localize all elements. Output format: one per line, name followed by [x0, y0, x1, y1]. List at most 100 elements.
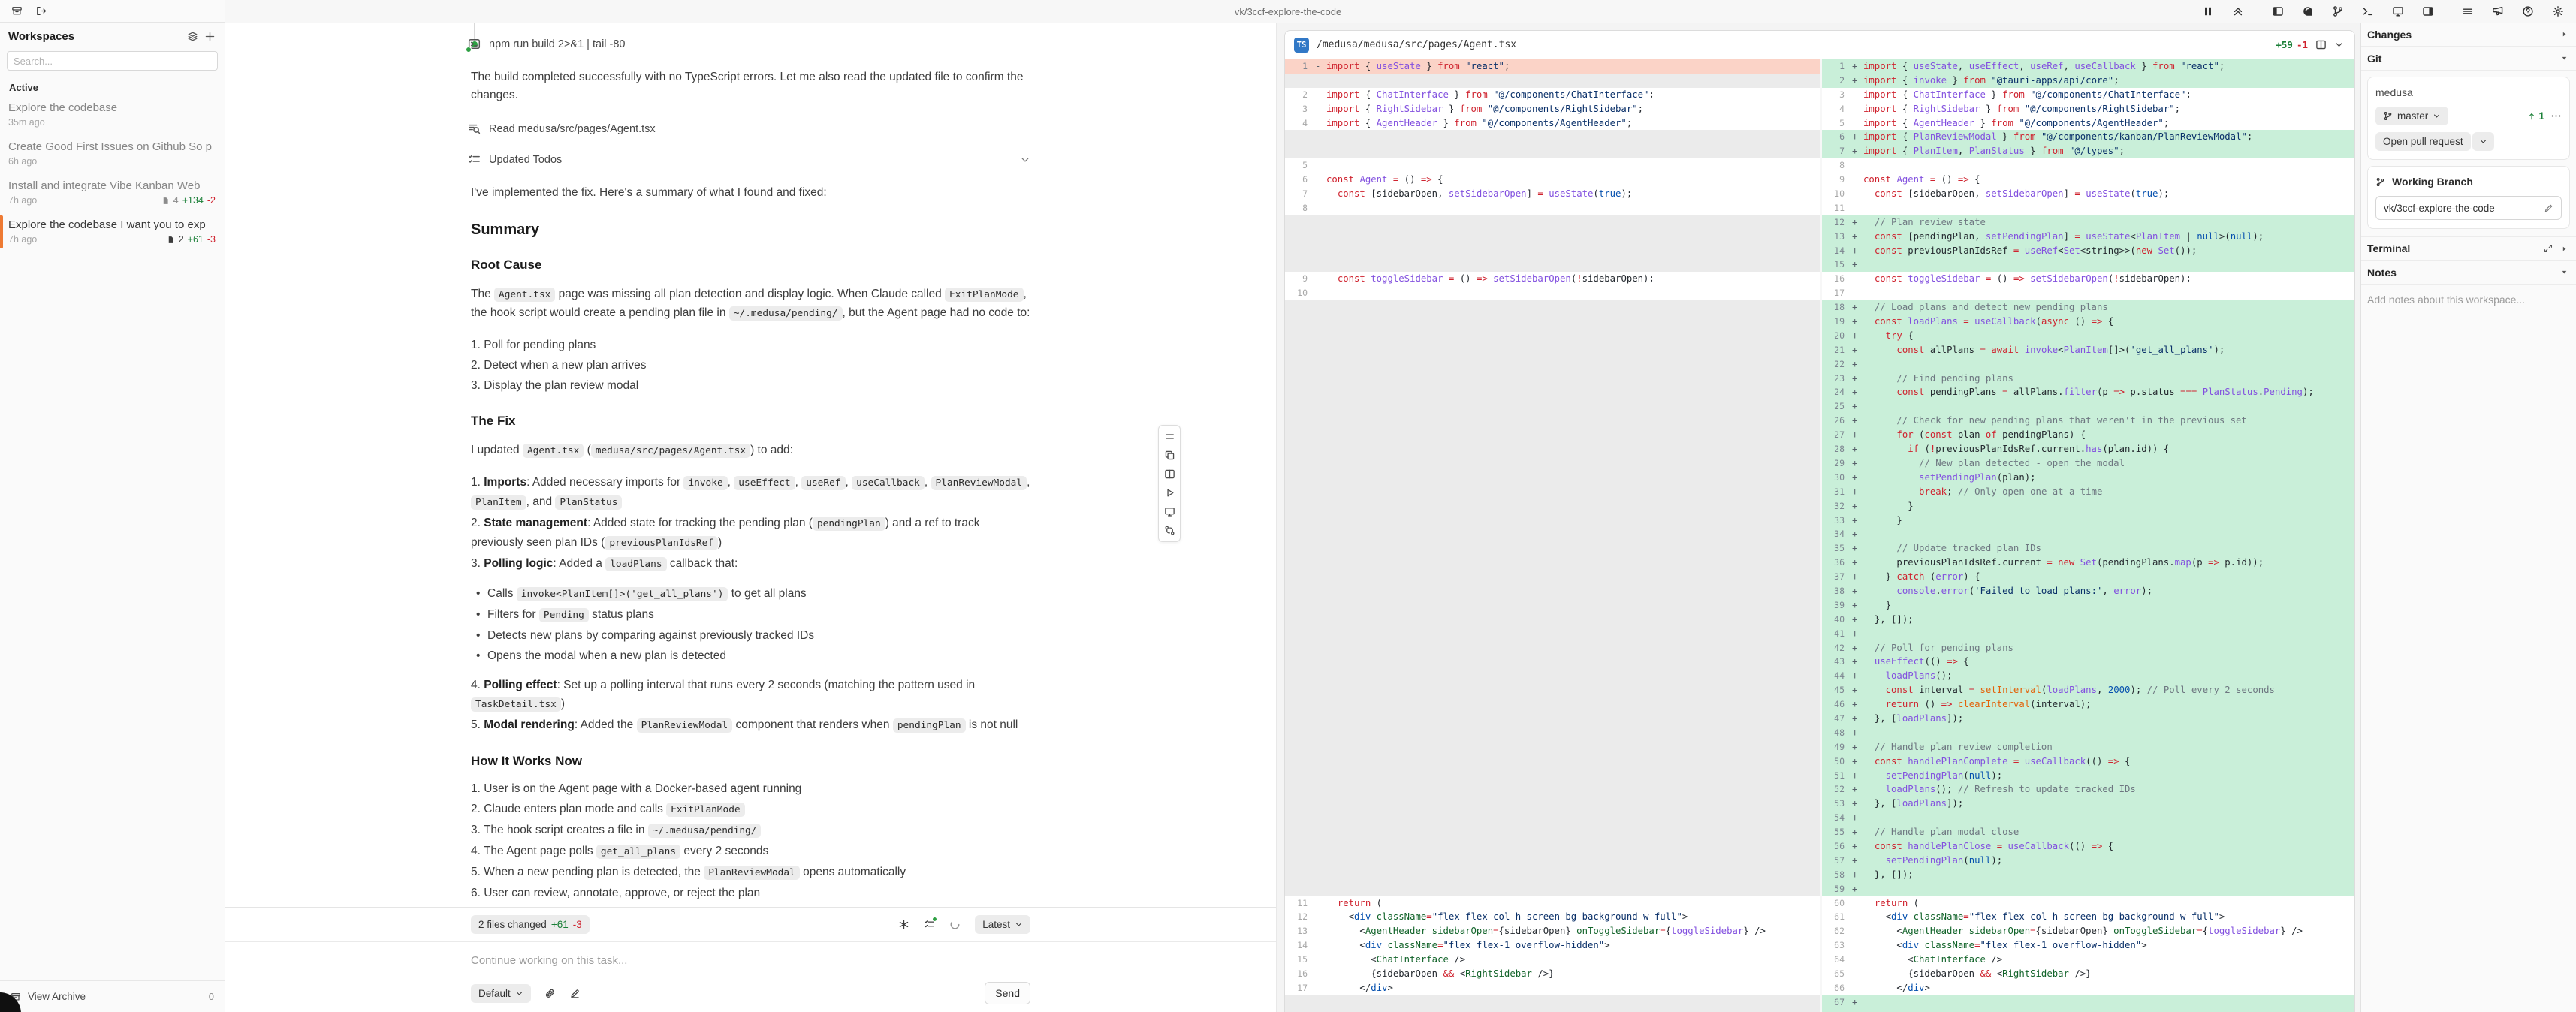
- diff-code-cell: 48+: [1820, 726, 2354, 740]
- chevron-down-icon[interactable]: [1020, 155, 1030, 165]
- git-compare-icon[interactable]: [1164, 525, 1175, 536]
- layers-icon[interactable]: [187, 31, 198, 42]
- announcements-icon[interactable]: [2492, 5, 2504, 17]
- wrap-lines-icon[interactable]: [1164, 431, 1175, 442]
- toggle-right-panel-icon[interactable]: [2422, 5, 2434, 17]
- list-item: 5. When a new pending plan is detected, …: [471, 863, 1030, 882]
- pause-icon[interactable]: [2202, 5, 2214, 17]
- diff-row: 14+ const previousPlanIdsRef = useRef<Se…: [1285, 244, 2354, 258]
- send-button[interactable]: Send: [985, 982, 1030, 1004]
- message-input[interactable]: Continue working on this task...: [471, 954, 1030, 967]
- workspace-item[interactable]: Install and integrate Vibe Kanban Web7h …: [0, 173, 225, 212]
- split-view-icon[interactable]: [2315, 39, 2327, 50]
- settings-icon[interactable]: [2552, 5, 2564, 17]
- chevron-right-icon: [2561, 31, 2568, 38]
- files-changed-label: 2 files changed: [478, 919, 547, 930]
- theme-icon[interactable]: [2302, 5, 2314, 17]
- chat-heading: Summary: [471, 221, 1030, 239]
- files-changed-chip[interactable]: 2 files changed +61 -3: [471, 915, 590, 934]
- diff-code-cell: 32+ }: [1820, 499, 2354, 514]
- more-options-icon[interactable]: [2550, 110, 2562, 122]
- diff-row: 37+ } catch (error) {: [1285, 570, 2354, 584]
- list-item: 3. The hook script creates a file in ~/.…: [471, 821, 1030, 840]
- version-selector[interactable]: Latest: [975, 915, 1030, 934]
- collapse-file-icon[interactable]: [2334, 40, 2344, 50]
- search-input[interactable]: [7, 51, 218, 71]
- diff-code-cell: 20+ try {: [1820, 329, 2354, 343]
- notes-placeholder[interactable]: Add notes about this workspace...: [2361, 285, 2576, 306]
- diff-code-cell: 34+: [1820, 527, 2354, 541]
- main-layout: Workspaces Active Explore the codebase35…: [0, 23, 2576, 1012]
- diff-code-cell: 6+import { PlanReviewModal } from "@/com…: [1820, 130, 2354, 144]
- working-branch-input[interactable]: vk/3ccf-explore-the-code: [2375, 196, 2562, 220]
- workspace-item[interactable]: Explore the codebase I want you to exp7h…: [0, 212, 225, 251]
- workspace-item[interactable]: Explore the codebase35m ago: [0, 95, 225, 134]
- toggle-left-panel-icon[interactable]: [2272, 5, 2284, 17]
- attach-icon[interactable]: [544, 988, 556, 999]
- archive-icon[interactable]: [11, 5, 23, 17]
- diff-code-cell: 52+ loadPlans(); // Refresh to update tr…: [1820, 782, 2354, 797]
- diff-stats: +59 -1: [2276, 39, 2308, 50]
- inline-code: ~/.medusa/pending/: [729, 306, 843, 321]
- display-icon[interactable]: [1164, 506, 1175, 517]
- list-item: 6. User can review, annotate, approve, o…: [471, 884, 1030, 902]
- model-selector[interactable]: Default: [471, 984, 531, 1003]
- diff-code-cell: 43+ useEffect(() => {: [1820, 655, 2354, 669]
- spark-icon[interactable]: [898, 919, 909, 930]
- diff-row: 3import { RightSidebar } from "@/compone…: [1285, 102, 2354, 116]
- terminal-icon[interactable]: [2362, 5, 2374, 17]
- view-archive-button[interactable]: View Archive 0: [0, 980, 225, 1012]
- collapse-sidebar-icon[interactable]: [35, 5, 47, 17]
- list-item: •Detects new plans by comparing against …: [471, 626, 1030, 645]
- workspace-meta: 6h ago: [8, 156, 216, 167]
- diff-code-cell: 18+ // Load plans and detect new pending…: [1820, 300, 2354, 315]
- copy-icon[interactable]: [1164, 450, 1175, 461]
- annotate-icon[interactable]: [569, 988, 581, 999]
- chat-scroll-area[interactable]: npm run build 2>&1 | tail -80The build c…: [225, 23, 1276, 907]
- notes-section-header[interactable]: Notes: [2361, 261, 2576, 285]
- diff-file-header[interactable]: TS /medusa/medusa/src/pages/Agent.tsx +5…: [1285, 31, 2354, 59]
- menu-icon[interactable]: [2462, 5, 2474, 17]
- diff-filler-cell: [1285, 300, 1820, 315]
- display-icon[interactable]: [2392, 5, 2404, 17]
- diff-code-cell: 56+ const handlePlanClose = useCallback(…: [1820, 839, 2354, 854]
- open-pr-button[interactable]: Open pull request: [2375, 132, 2471, 151]
- diff-code-cell: 41+: [1820, 627, 2354, 641]
- tool-call[interactable]: Updated Todos: [468, 153, 1030, 166]
- play-icon[interactable]: [1164, 487, 1175, 498]
- list-item: 7. The response is written back and the …: [471, 904, 1030, 907]
- diff-file-path: /medusa/medusa/src/pages/Agent.tsx: [1317, 39, 2268, 50]
- split-view-icon[interactable]: [1164, 468, 1175, 480]
- diff-body[interactable]: 1-import { useState } from "react";1+imp…: [1285, 59, 2354, 1012]
- diff-filler-cell: [1285, 754, 1820, 769]
- tool-call[interactable]: Read medusa/src/pages/Agent.tsx: [468, 122, 1030, 135]
- git-icon[interactable]: [2332, 5, 2344, 17]
- todos-status-icon[interactable]: [924, 919, 935, 930]
- diff-filler-cell: [1285, 357, 1820, 372]
- diff-row: 23+ // Find pending plans: [1285, 372, 2354, 386]
- diff-row: 51+ setPendingPlan(null);: [1285, 769, 2354, 783]
- diff-row: 13+ const [pendingPlan, setPendingPlan] …: [1285, 230, 2354, 244]
- diff-deletions: -1: [2297, 39, 2308, 50]
- expand-icon[interactable]: [2544, 244, 2553, 253]
- diff-filler-cell: [1285, 613, 1820, 627]
- git-section-header[interactable]: Git: [2361, 47, 2576, 71]
- diff-row: 45+ const interval = setInterval(loadPla…: [1285, 683, 2354, 697]
- diff-code-cell: 11 return (: [1285, 896, 1820, 911]
- diff-row: 2import { ChatInterface } from "@/compon…: [1285, 88, 2354, 102]
- diff-filler-cell: [1285, 144, 1820, 158]
- help-icon[interactable]: [2522, 5, 2534, 17]
- diff-code-cell: 8: [1820, 158, 2354, 173]
- tool-call[interactable]: npm run build 2>&1 | tail -80: [468, 38, 1030, 50]
- scroll-top-icon[interactable]: [2232, 5, 2244, 17]
- changes-section-header[interactable]: Changes: [2361, 23, 2576, 47]
- workspace-item[interactable]: Create Good First Issues on Github So p6…: [0, 134, 225, 173]
- diff-row: 11 return (60 return (: [1285, 896, 2354, 911]
- diff-filler-cell: [1285, 456, 1820, 471]
- terminal-section-header[interactable]: Terminal: [2361, 236, 2576, 261]
- add-workspace-icon[interactable]: [204, 31, 216, 42]
- chevron-down-icon: [1015, 920, 1023, 929]
- diff-filler-cell: [1285, 726, 1820, 740]
- branch-selector[interactable]: master: [2375, 107, 2448, 125]
- pr-dropdown-button[interactable]: [2472, 132, 2494, 151]
